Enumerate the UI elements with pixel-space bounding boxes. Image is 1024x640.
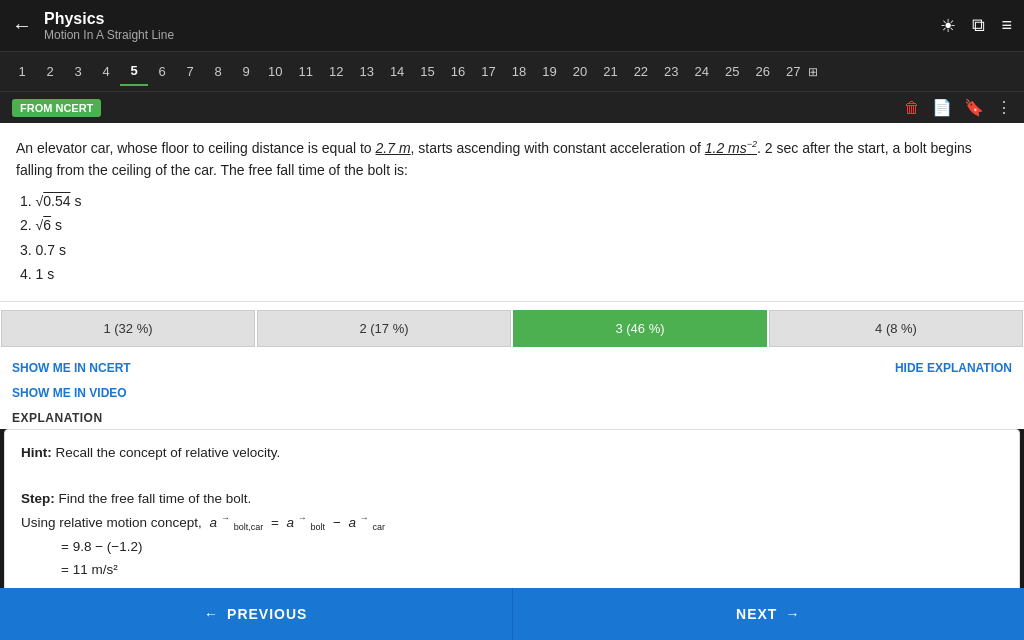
math-value: 2.7 m [376, 140, 411, 156]
question-num-5[interactable]: 5 [120, 57, 148, 86]
bookmark-icon[interactable]: 🔖 [964, 98, 984, 117]
question-num-10[interactable]: 10 [260, 58, 290, 85]
question-num-13[interactable]: 13 [351, 58, 381, 85]
question-num-4[interactable]: 4 [92, 58, 120, 85]
header-icons: ☀ ⧉ ≡ [940, 15, 1012, 37]
calc-line2: = 11 m/s² [21, 559, 1003, 582]
question-box: An elevator car, whose floor to ceiling … [0, 123, 1024, 302]
bottom-nav: ← PREVIOUS NEXT → [0, 588, 1024, 640]
question-num-15[interactable]: 15 [412, 58, 442, 85]
option-4: 4. 1 s [20, 263, 1008, 285]
question-num-27[interactable]: 27 [778, 58, 808, 85]
show-video-row: SHOW ME IN VIDEO [0, 381, 1024, 407]
option-list: 1. √0.54 s 2. √6 s 3. 0.7 s 4. 1 s [16, 190, 1008, 286]
document-icon[interactable]: 📄 [932, 98, 952, 117]
answer-btn-4[interactable]: 4 (8 %) [769, 310, 1023, 347]
question-num-16[interactable]: 16 [443, 58, 473, 85]
question-num-6[interactable]: 6 [148, 58, 176, 85]
next-arrow-icon: → [785, 606, 800, 622]
previous-button[interactable]: ← PREVIOUS [0, 588, 512, 640]
question-num-22[interactable]: 22 [626, 58, 656, 85]
math-acceleration: 1.2 ms−2 [705, 140, 757, 156]
question-num-24[interactable]: 24 [687, 58, 717, 85]
from-ncert-badge: FROM NCERT [12, 99, 101, 117]
show-ncert-button[interactable]: SHOW ME IN NCERT [12, 361, 131, 375]
app-subtitle: Motion In A Straight Line [44, 28, 940, 42]
links-row: SHOW ME IN NCERT HIDE EXPLANATION [0, 355, 1024, 381]
calc-line1: = 9.8 − (−1.2) [21, 536, 1003, 559]
question-num-7[interactable]: 7 [176, 58, 204, 85]
question-num-14[interactable]: 14 [382, 58, 412, 85]
hint-label: Hint: [21, 445, 52, 460]
explanation-header: EXPLANATION [0, 407, 1024, 429]
hide-explanation-button[interactable]: HIDE EXPLANATION [895, 361, 1012, 375]
question-num-12[interactable]: 12 [321, 58, 351, 85]
brightness-icon[interactable]: ☀ [940, 15, 956, 37]
step-text: Find the free fall time of the bolt. [55, 491, 252, 506]
answer-btn-2[interactable]: 2 (17 %) [257, 310, 511, 347]
formula-line: Using relative motion concept, a → bolt,… [21, 511, 1003, 535]
hint-text: Recall the concept of relative velocity. [52, 445, 281, 460]
from-ncert-bar: FROM NCERT 🗑 📄 🔖 ⋮ [0, 92, 1024, 123]
header-text: Physics Motion In A Straight Line [44, 10, 940, 42]
prev-arrow-icon: ← [204, 606, 219, 622]
question-num-8[interactable]: 8 [204, 58, 232, 85]
ncert-action-icons: 🗑 📄 🔖 ⋮ [904, 98, 1012, 117]
answer-btn-3[interactable]: 3 (46 %) [513, 310, 767, 347]
question-nav: 1234567891011121314151617181920212223242… [0, 52, 1024, 92]
app-header: ← Physics Motion In A Straight Line ☀ ⧉ … [0, 0, 1024, 52]
app-title: Physics [44, 10, 940, 28]
back-button[interactable]: ← [12, 14, 32, 37]
hint-line: Hint: Recall the concept of relative vel… [21, 442, 1003, 465]
question-num-11[interactable]: 11 [290, 58, 320, 85]
formula-intro: Using relative motion concept, [21, 515, 202, 530]
next-button[interactable]: NEXT → [513, 588, 1025, 640]
menu-icon[interactable]: ≡ [1001, 15, 1012, 36]
delete-icon[interactable]: 🗑 [904, 99, 920, 117]
question-num-21[interactable]: 21 [595, 58, 625, 85]
question-num-23[interactable]: 23 [656, 58, 686, 85]
question-num-9[interactable]: 9 [232, 58, 260, 85]
question-num-3[interactable]: 3 [64, 58, 92, 85]
formula-main: a → bolt,car = a → bolt − a → car [210, 515, 385, 530]
question-num-18[interactable]: 18 [504, 58, 534, 85]
step-line: Step: Find the free fall time of the bol… [21, 488, 1003, 511]
option-1: 1. √0.54 s [20, 190, 1008, 212]
show-video-button[interactable]: SHOW ME IN VIDEO [12, 386, 127, 400]
question-num-2[interactable]: 2 [36, 58, 64, 85]
answer-row: 1 (32 %)2 (17 %)3 (46 %)4 (8 %) [0, 302, 1024, 355]
question-text: An elevator car, whose floor to ceiling … [16, 137, 1008, 182]
question-num-20[interactable]: 20 [565, 58, 595, 85]
option-2: 2. √6 s [20, 214, 1008, 236]
prev-label: PREVIOUS [227, 606, 307, 622]
question-grid-icon[interactable]: ⊞ [808, 65, 818, 79]
question-num-1[interactable]: 1 [8, 58, 36, 85]
more-options-icon[interactable]: ⋮ [996, 98, 1012, 117]
step-label: Step: [21, 491, 55, 506]
question-num-25[interactable]: 25 [717, 58, 747, 85]
next-label: NEXT [736, 606, 777, 622]
question-num-26[interactable]: 26 [748, 58, 778, 85]
answer-btn-1[interactable]: 1 (32 %) [1, 310, 255, 347]
question-num-17[interactable]: 17 [473, 58, 503, 85]
option-3: 3. 0.7 s [20, 239, 1008, 261]
question-num-19[interactable]: 19 [534, 58, 564, 85]
copy-icon[interactable]: ⧉ [972, 15, 985, 36]
